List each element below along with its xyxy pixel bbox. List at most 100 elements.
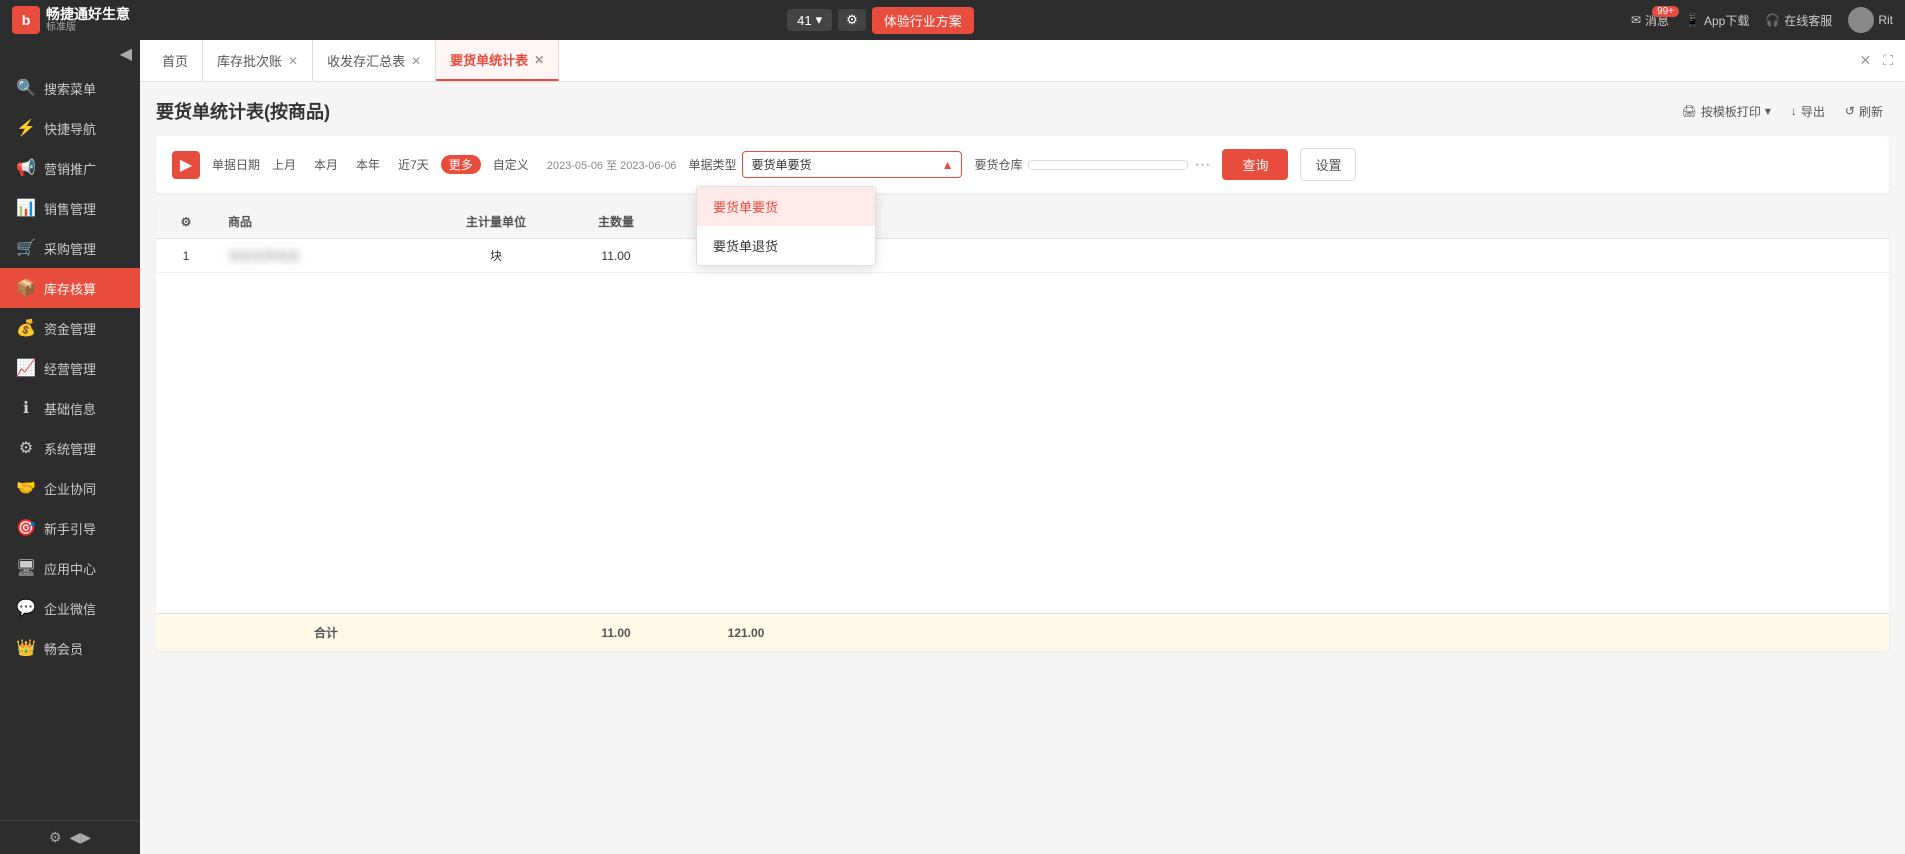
industry-button[interactable]: 体验行业方案 bbox=[872, 7, 974, 34]
sidebar-item-12[interactable]: 🖥应用中心 bbox=[0, 548, 140, 588]
type-select-box[interactable]: 要货单要货 ▲ bbox=[742, 151, 962, 178]
app-name-sub: 标准版 bbox=[46, 22, 130, 34]
sidebar-icon-2: 📢 bbox=[16, 158, 36, 178]
sidebar-icon-10: 🤝 bbox=[16, 478, 36, 498]
sidebar-icon-13: 💬 bbox=[16, 598, 36, 618]
messages-button[interactable]: ✉ 消息 99+ bbox=[1631, 12, 1669, 29]
date-opt-7days[interactable]: 近7天 bbox=[392, 154, 435, 175]
sidebar-icon-9: ⚙ bbox=[16, 438, 36, 458]
tab-close-2[interactable]: ✕ bbox=[411, 54, 421, 68]
tab-label-3: 要货单统计表 bbox=[450, 50, 528, 69]
collapse-button[interactable]: ◀ bbox=[120, 44, 132, 64]
date-filter-label: 单据日期 bbox=[212, 156, 260, 173]
sidebar-icon-0: 🔍 bbox=[16, 78, 36, 98]
filter-expand-button[interactable]: ▶ bbox=[172, 151, 200, 179]
filter-settings-button[interactable]: 设置 bbox=[1300, 148, 1356, 181]
sidebar-icon-1: ⚡ bbox=[16, 118, 36, 138]
print-icon: 🖨 bbox=[1682, 104, 1697, 118]
table-row: 1 商品名称商品 块 11.00 121.00 bbox=[156, 239, 1889, 273]
online-service-label: 在线客服 bbox=[1784, 12, 1832, 29]
tab-close-all-button[interactable]: ✕ bbox=[1855, 48, 1875, 73]
dropdown-item-0[interactable]: 要货单要货 bbox=[697, 187, 875, 226]
cell-qty-0: 11.00 bbox=[556, 249, 676, 263]
sidebar-label-4: 采购管理 bbox=[44, 239, 96, 258]
user-avatar[interactable]: Rit bbox=[1848, 7, 1893, 33]
tab-item-2[interactable]: 收发存汇总表✕ bbox=[313, 40, 436, 81]
tab-item-0[interactable]: 首页 bbox=[148, 40, 203, 81]
sidebar-item-0[interactable]: 🔍搜索菜单 bbox=[0, 68, 140, 108]
sidebar-bottom: ⚙ ◀▶ bbox=[0, 820, 140, 854]
sidebar-label-7: 经营管理 bbox=[44, 359, 96, 378]
username: Rit bbox=[1878, 13, 1893, 27]
top-header-center: 41 ▾ ⚙ 体验行业方案 bbox=[787, 7, 974, 34]
sidebar-item-2[interactable]: 📢 营销推广 bbox=[0, 148, 140, 188]
print-template-button[interactable]: 🖨 按模板打印 ▾ bbox=[1676, 99, 1777, 124]
sidebar-label-3: 销售管理 bbox=[44, 199, 96, 218]
store-name: 41 bbox=[797, 13, 811, 28]
sidebar-label-2: 营销推广 bbox=[44, 159, 96, 178]
dropdown-item-1[interactable]: 要货单退货 bbox=[697, 226, 875, 265]
cell-unit-0: 块 bbox=[436, 247, 556, 264]
col-header-settings[interactable]: ⚙ bbox=[156, 215, 216, 229]
sidebar-audio-button[interactable]: ◀▶ bbox=[70, 829, 92, 846]
filter-more-icon[interactable]: ··· bbox=[1194, 156, 1210, 174]
tab-expand-button[interactable]: ⛶ bbox=[1879, 48, 1897, 73]
sidebar-label-10: 企业协同 bbox=[44, 479, 96, 498]
export-icon: ↓ bbox=[1791, 104, 1797, 118]
settings-icon[interactable]: ⚙ bbox=[838, 9, 866, 31]
date-opt-last-month[interactable]: 上月 bbox=[266, 154, 302, 175]
sidebar-item-4[interactable]: 🛒采购管理 bbox=[0, 228, 140, 268]
sidebar-item-1[interactable]: ⚡快捷导航 bbox=[0, 108, 140, 148]
sidebar-icon-6: 💰 bbox=[16, 318, 36, 338]
sidebar-item-6[interactable]: 💰资金管理 bbox=[0, 308, 140, 348]
sidebar-item-5[interactable]: 📦库存核算 bbox=[0, 268, 140, 308]
tab-item-1[interactable]: 库存批次账✕ bbox=[203, 40, 313, 81]
sidebar-item-14[interactable]: 👑畅会员 bbox=[0, 628, 140, 668]
type-dropdown-menu: 要货单要货 要货单退货 bbox=[696, 186, 876, 266]
app-download-icon: 📱 bbox=[1685, 13, 1700, 27]
sidebar-item-3[interactable]: 📊销售管理 bbox=[0, 188, 140, 228]
sidebar-item-11[interactable]: 🎯新手引导 bbox=[0, 508, 140, 548]
tab-bar: 首页库存批次账✕收发存汇总表✕ 要货单统计表 ✕ ✕ ⛶ bbox=[140, 40, 1905, 82]
sidebar-item-7[interactable]: 📈经营管理 bbox=[0, 348, 140, 388]
tab-item-3[interactable]: 要货单统计表 ✕ bbox=[436, 40, 559, 81]
store-selector[interactable]: 41 ▾ bbox=[787, 9, 832, 31]
online-service-button[interactable]: 🎧 在线客服 bbox=[1765, 12, 1832, 29]
tab-label-0: 首页 bbox=[162, 51, 188, 70]
app-download-label: App下载 bbox=[1704, 12, 1749, 29]
sidebar-item-9[interactable]: ⚙ 系统管理 bbox=[0, 428, 140, 468]
sidebar-label-5: 库存核算 bbox=[44, 279, 96, 298]
sidebar-settings-button[interactable]: ⚙ bbox=[49, 829, 62, 846]
logo-text: 畅捷通好生意 标准版 bbox=[46, 6, 130, 35]
app-download-button[interactable]: 📱 App下载 bbox=[1685, 12, 1749, 29]
refresh-icon: ↺ bbox=[1845, 104, 1855, 118]
sidebar-item-13[interactable]: 💬企业微信 bbox=[0, 588, 140, 628]
sidebar-item-10[interactable]: 🤝 企业协同 bbox=[0, 468, 140, 508]
date-opt-this-month[interactable]: 本月 bbox=[308, 154, 344, 175]
warehouse-select-box[interactable] bbox=[1028, 160, 1188, 170]
date-opt-this-year[interactable]: 本年 bbox=[350, 154, 386, 175]
footer-qty: 11.00 bbox=[556, 626, 676, 640]
refresh-button[interactable]: ↺ 刷新 bbox=[1839, 99, 1889, 124]
page-actions: 🖨 按模板打印 ▾ ↓ 导出 ↺ 刷新 bbox=[1676, 99, 1889, 124]
export-button[interactable]: ↓ 导出 bbox=[1785, 99, 1831, 124]
sidebar-label-9: 系统管理 bbox=[44, 439, 96, 458]
date-opt-custom[interactable]: 自定义 bbox=[487, 154, 535, 175]
cell-goods-0: 商品名称商品 bbox=[216, 247, 436, 264]
avatar-img bbox=[1848, 7, 1874, 33]
warehouse-filter-label: 要货仓库 bbox=[974, 156, 1022, 173]
type-filter-label: 单据类型 bbox=[688, 156, 736, 173]
tab-items-list: 首页库存批次账✕收发存汇总表✕ 要货单统计表 ✕ bbox=[148, 40, 559, 81]
table-container: ⚙ 商品 主计量单位 主数量 零售金额 1 商品名称商品 块 11.00 121… bbox=[156, 205, 1889, 651]
tab-bar-end: ✕ ⛶ bbox=[1855, 48, 1897, 73]
logo-area: b 畅捷通好生意 标准版 bbox=[12, 6, 130, 35]
tab-close-1[interactable]: ✕ bbox=[288, 54, 298, 68]
tab-close-3[interactable]: ✕ bbox=[534, 53, 544, 67]
cell-seq-0: 1 bbox=[156, 249, 216, 263]
app-name-main: 畅捷通好生意 bbox=[46, 6, 130, 23]
date-opt-more[interactable]: 更多 bbox=[441, 155, 481, 174]
sidebar-label-14: 畅会员 bbox=[44, 639, 83, 658]
query-button[interactable]: 查询 bbox=[1222, 149, 1288, 180]
store-selector-chevron: ▾ bbox=[816, 12, 823, 28]
sidebar-item-8[interactable]: ℹ基础信息 bbox=[0, 388, 140, 428]
